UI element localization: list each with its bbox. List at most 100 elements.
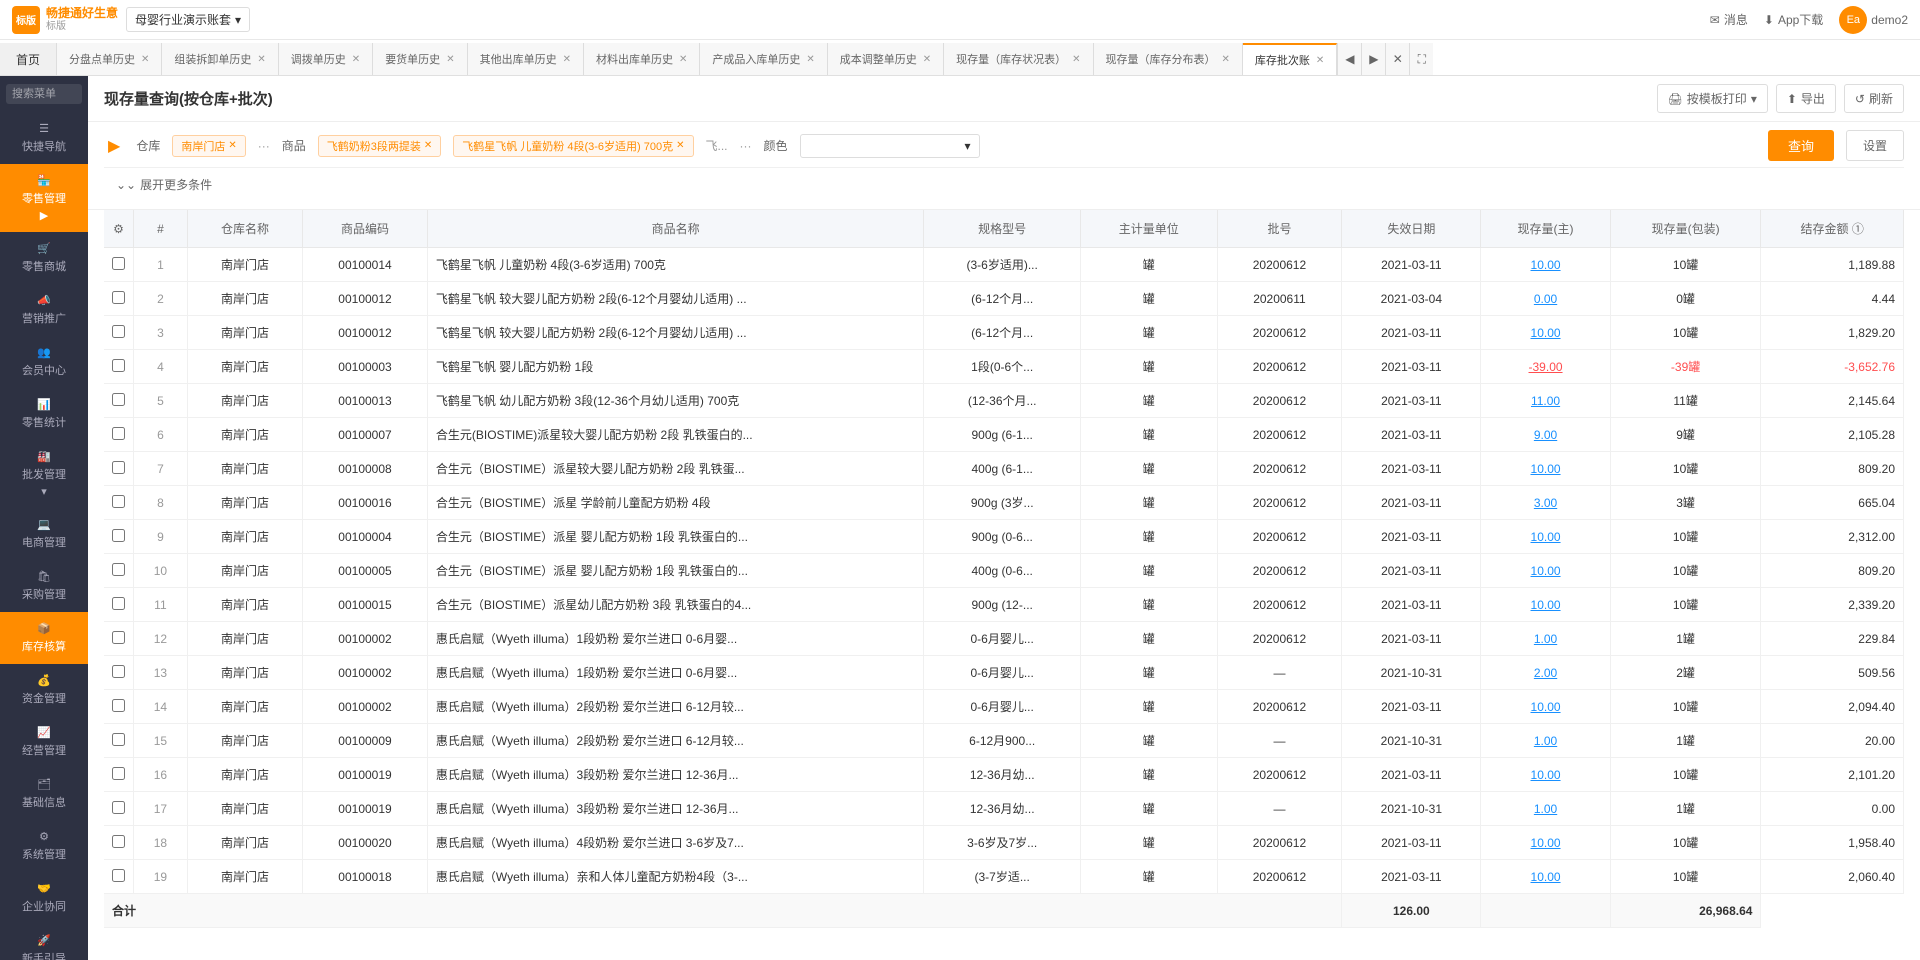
tab-prev-btn[interactable]: ◀ [1337,43,1361,75]
sidebar-item-mall[interactable]: 🛒 零售商城 [0,232,88,284]
tab-zuchaixi[interactable]: 组装拆卸单历史 ✕ [162,43,278,75]
tab-close-icon[interactable]: ✕ [257,54,265,65]
refresh-button[interactable]: ↺ 刷新 [1844,84,1904,113]
tab-close-icon[interactable]: ✕ [563,54,571,65]
row-qty-main[interactable]: 10.00 [1481,316,1610,350]
sidebar-item-basic[interactable]: 🗂 基础信息 [0,768,88,820]
tab-close-active-icon[interactable]: ✕ [1316,55,1324,66]
tab-close-icon[interactable]: ✕ [1072,54,1080,65]
tab-kucun-batch[interactable]: 库存批次账 ✕ [1243,43,1337,75]
row-qty-main[interactable]: 10.00 [1481,690,1610,724]
account-selector[interactable]: 母婴行业演示账套 ▾ [126,7,250,32]
user-avatar-area[interactable]: Ea demo2 [1839,6,1908,34]
row-checkbox[interactable] [104,588,134,622]
row-checkbox[interactable] [104,282,134,316]
tab-xiancun1[interactable]: 现存量（库存状况表） ✕ [944,43,1093,75]
warehouse-more[interactable]: ··· [258,139,270,153]
row-qty-main[interactable]: 10.00 [1481,860,1610,894]
sidebar-item-inventory[interactable]: 📦 库存核算 [0,612,88,664]
warehouse-tag[interactable]: 南岸门店 ✕ [172,135,245,157]
export-button[interactable]: ⬆ 导出 [1776,84,1836,113]
product-more-dots[interactable]: ··· [740,139,752,153]
sidebar-item-retail[interactable]: 🏪 零售管理 ▶ [0,164,88,232]
tab-chanchenpin[interactable]: 产成品入库单历史 ✕ [700,43,827,75]
sidebar-item-sys[interactable]: ⚙ 系统管理 [0,820,88,872]
sidebar-item-ecom[interactable]: 💻 电商管理 [0,508,88,560]
product-tag-2[interactable]: 飞鹤星飞帆 儿童奶粉 4段(3-6岁适用) 700克 ✕ [453,135,693,157]
row-qty-main[interactable]: 10.00 [1481,554,1610,588]
tab-close-icon[interactable]: ✕ [141,54,149,65]
query-button[interactable]: 查询 [1768,130,1834,161]
row-checkbox[interactable] [104,316,134,350]
row-checkbox[interactable] [104,656,134,690]
row-checkbox[interactable] [104,554,134,588]
row-qty-main[interactable]: 10.00 [1481,248,1610,282]
tab-yaohuo[interactable]: 要货单历史 ✕ [373,43,467,75]
sidebar-item-corp[interactable]: 🤝 企业协同 [0,872,88,924]
sidebar-item-finance[interactable]: 💰 资金管理 [0,664,88,716]
sidebar-item-guide[interactable]: 🚀 新手引导 [0,924,88,960]
row-checkbox[interactable] [104,860,134,894]
row-checkbox[interactable] [104,452,134,486]
row-checkbox[interactable] [104,384,134,418]
row-qty-main[interactable]: -39.00 [1481,350,1610,384]
sidebar-item-wholesale[interactable]: 🏭 批发管理 ▾ [0,440,88,508]
row-qty-main[interactable]: 1.00 [1481,792,1610,826]
tab-close-icon[interactable]: ✕ [352,54,360,65]
row-qty-main[interactable]: 1.00 [1481,724,1610,758]
row-checkbox[interactable] [104,792,134,826]
warehouse-tag-close-icon[interactable]: ✕ [228,140,236,151]
row-qty-main[interactable]: 3.00 [1481,486,1610,520]
row-qty-main[interactable]: 10.00 [1481,588,1610,622]
messages-button[interactable]: ✉ 消息 [1710,11,1748,28]
tab-cailiao[interactable]: 材料出库单历史 ✕ [584,43,700,75]
row-checkbox[interactable] [104,622,134,656]
search-input[interactable] [6,84,82,104]
expand-more-button[interactable]: ⌄⌄ 展开更多条件 [104,172,1904,197]
row-qty-main[interactable]: 10.00 [1481,520,1610,554]
tab-fenpan[interactable]: 分盘点单历史 ✕ [57,43,162,75]
th-settings[interactable]: ⚙ [104,210,134,248]
product-more[interactable]: 飞... [706,137,728,154]
tab-chengben[interactable]: 成本调整单历史 ✕ [828,43,944,75]
sidebar-item-purchase[interactable]: 🛍 采购管理 [0,560,88,612]
tab-qitachuku[interactable]: 其他出库单历史 ✕ [468,43,584,75]
row-qty-main[interactable]: 1.00 [1481,622,1610,656]
product-tag-1-close-icon[interactable]: ✕ [424,140,432,151]
tab-close-all-btn[interactable]: ✕ [1385,43,1409,75]
sidebar-item-nav[interactable]: ☰ 快捷导航 [0,112,88,164]
row-qty-main[interactable]: 0.00 [1481,282,1610,316]
row-checkbox[interactable] [104,826,134,860]
tab-close-icon[interactable]: ✕ [923,54,931,65]
setting-button[interactable]: 设置 [1846,130,1904,161]
product-tag-2-close-icon[interactable]: ✕ [676,140,684,151]
tab-next-btn[interactable]: ▶ [1361,43,1385,75]
row-checkbox[interactable] [104,486,134,520]
row-qty-main[interactable]: 10.00 [1481,826,1610,860]
tab-close-icon[interactable]: ✕ [679,54,687,65]
app-download-button[interactable]: ⬇ App下载 [1764,11,1823,28]
row-checkbox[interactable] [104,520,134,554]
sidebar-item-marketing[interactable]: 📣 营销推广 [0,284,88,336]
row-checkbox[interactable] [104,724,134,758]
row-qty-main[interactable]: 10.00 [1481,758,1610,792]
sidebar-item-retail-stat[interactable]: 📊 零售统计 [0,388,88,440]
row-checkbox[interactable] [104,758,134,792]
row-checkbox[interactable] [104,248,134,282]
tab-diaob[interactable]: 调拨单历史 ✕ [279,43,373,75]
row-qty-main[interactable]: 9.00 [1481,418,1610,452]
sidebar-item-member[interactable]: 👥 会员中心 [0,336,88,388]
print-button[interactable]: 🖨 按模板打印 ▾ [1657,84,1768,113]
filter-expand-arrow[interactable]: ▶ [104,136,124,156]
tab-fullscreen-btn[interactable]: ⛶ [1409,43,1433,75]
sidebar-item-mgmt[interactable]: 📈 经营管理 [0,716,88,768]
row-checkbox[interactable] [104,690,134,724]
row-qty-main[interactable]: 10.00 [1481,452,1610,486]
row-qty-main[interactable]: 11.00 [1481,384,1610,418]
tab-xiancun2[interactable]: 现存量（库存分布表） ✕ [1094,43,1243,75]
row-qty-main[interactable]: 2.00 [1481,656,1610,690]
row-checkbox[interactable] [104,418,134,452]
tab-close-icon[interactable]: ✕ [806,54,814,65]
row-checkbox[interactable] [104,350,134,384]
product-tag-1[interactable]: 飞鹤奶粉3段两提装 ✕ [318,135,442,157]
